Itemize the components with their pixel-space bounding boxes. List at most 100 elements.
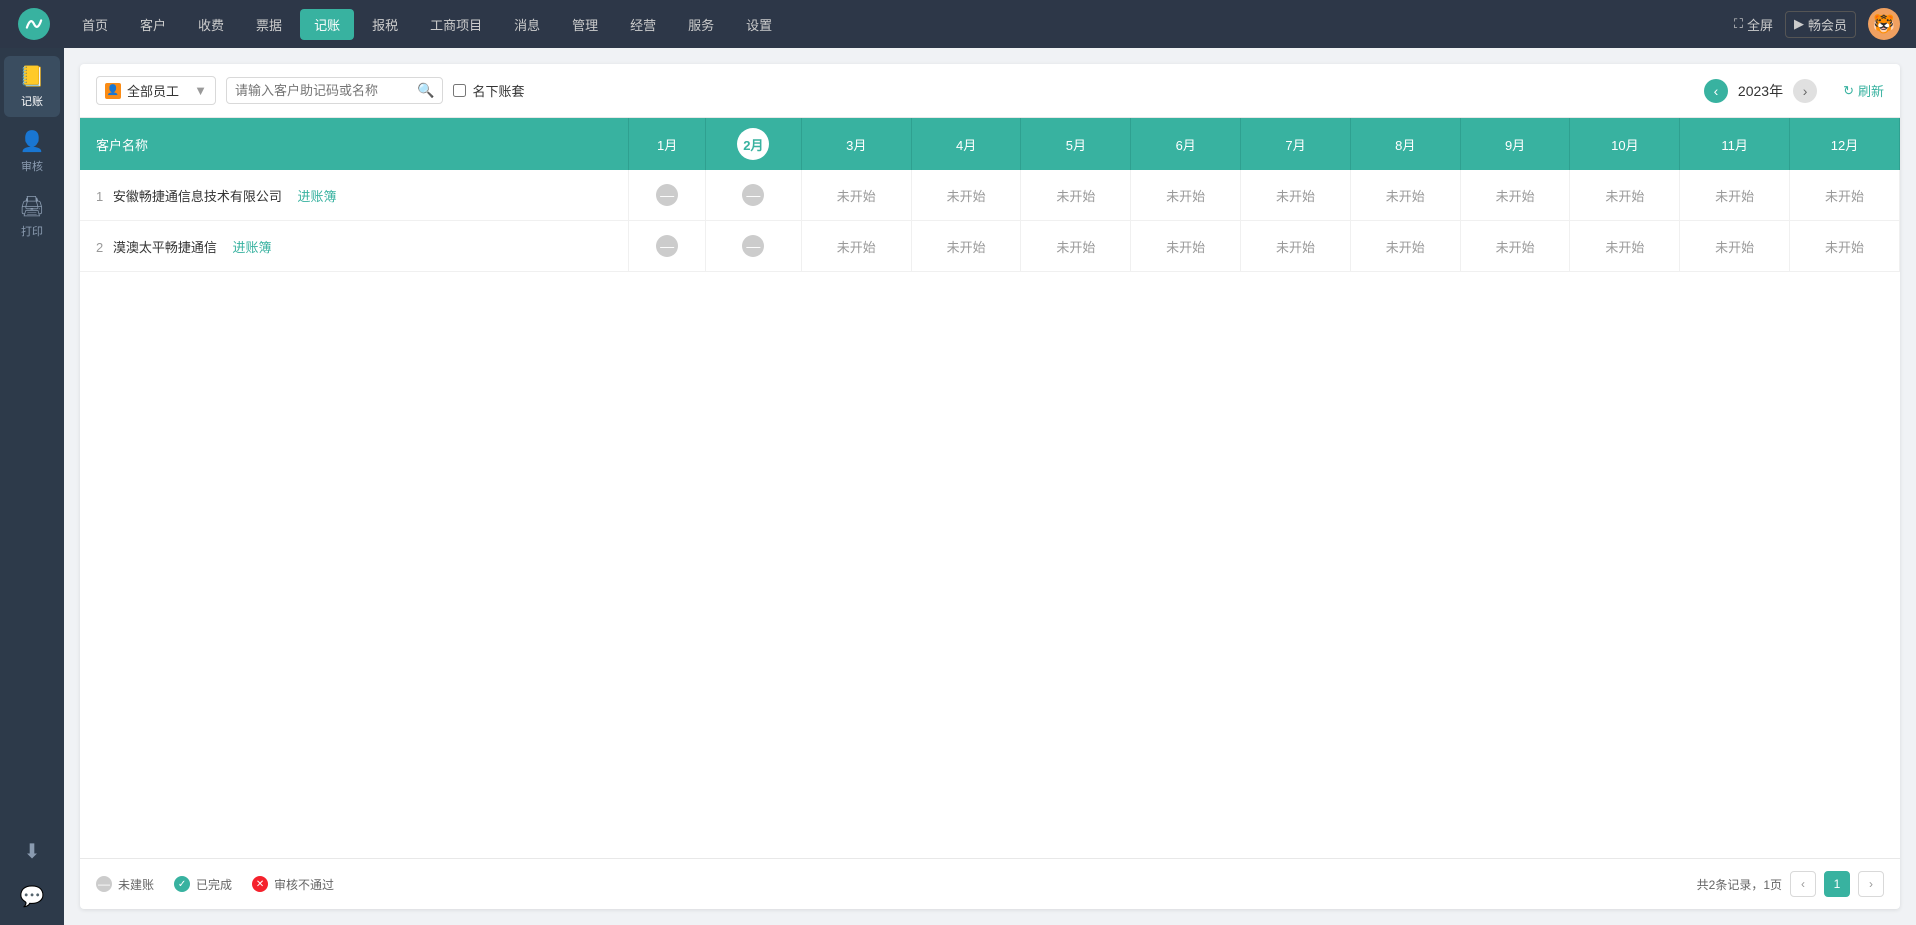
prev-page-button[interactable]: ‹ bbox=[1790, 871, 1816, 897]
nav-business[interactable]: 工商项目 bbox=[416, 9, 496, 40]
status-done-icon: — bbox=[656, 235, 678, 257]
month-cell: 未开始 bbox=[1131, 170, 1241, 221]
col-header-sep: 9月 bbox=[1460, 118, 1570, 170]
page-1-button[interactable]: 1 bbox=[1824, 871, 1850, 897]
fullscreen-label: 全屏 bbox=[1747, 15, 1773, 34]
legend-dot-red: ✕ bbox=[252, 876, 268, 892]
col-header-jan: 1月 bbox=[629, 118, 705, 170]
month-cell: 未开始 bbox=[1570, 170, 1680, 221]
col-header-oct: 10月 bbox=[1570, 118, 1680, 170]
month-cell: 未开始 bbox=[1021, 170, 1131, 221]
sidebar-label-audit: 审核 bbox=[21, 158, 43, 174]
col-header-jun: 6月 bbox=[1131, 118, 1241, 170]
month-cell: — bbox=[629, 170, 705, 221]
col-header-client: 客户名称 bbox=[80, 118, 629, 170]
logo bbox=[16, 6, 52, 42]
search-icon[interactable]: 🔍 bbox=[417, 82, 434, 99]
pagination: 共2条记录，1页 ‹ 1 › bbox=[1697, 871, 1884, 897]
client-name-cell: 2 漠澳太平畅捷通信 进账簿 bbox=[80, 221, 629, 272]
employee-select[interactable]: 👤 全部员工 ▼ bbox=[96, 76, 216, 105]
month-cell: 未开始 bbox=[801, 170, 911, 221]
enter-ledger-link[interactable]: 进账簿 bbox=[233, 240, 272, 255]
fullscreen-icon: ⛶ bbox=[1734, 16, 1743, 32]
x-icon: ✕ bbox=[256, 879, 264, 890]
sidebar-item-bookkeeping[interactable]: 📒 记账 bbox=[4, 56, 60, 117]
nav-service[interactable]: 服务 bbox=[674, 9, 728, 40]
month-cell: 未开始 bbox=[911, 221, 1021, 272]
legend-not-built: — 未建账 bbox=[96, 876, 154, 893]
accounts-checkbox[interactable] bbox=[453, 84, 466, 97]
sidebar-label-bookkeeping: 记账 bbox=[21, 93, 43, 109]
month-cell: 未开始 bbox=[1460, 221, 1570, 272]
top-navbar: 首页 客户 收费 票据 记账 报税 工商项目 消息 管理 经营 服务 设置 ⛶ … bbox=[0, 0, 1916, 48]
sidebar-label-print: 打印 bbox=[21, 223, 43, 239]
row-index: 1 bbox=[96, 189, 103, 204]
print-icon: 🖨 bbox=[19, 194, 44, 219]
search-input[interactable] bbox=[235, 83, 411, 98]
sidebar-item-chat[interactable]: 💬 bbox=[4, 876, 60, 917]
main-layout: 📒 记账 👤 审核 🖨 打印 ⬇ 💬 👤 全部员工 bbox=[0, 48, 1916, 925]
col-header-may: 5月 bbox=[1021, 118, 1131, 170]
col-header-nov: 11月 bbox=[1680, 118, 1790, 170]
next-year-button[interactable]: › bbox=[1793, 79, 1817, 103]
col-header-dec: 12月 bbox=[1790, 118, 1900, 170]
table-row: 1 安徽畅捷通信息技术有限公司 进账簿 ——未开始未开始未开始未开始未开始未开始… bbox=[80, 170, 1900, 221]
month-cell: 未开始 bbox=[1350, 170, 1460, 221]
dropdown-arrow-icon: ▼ bbox=[194, 83, 207, 98]
enter-ledger-link[interactable]: 进账簿 bbox=[298, 189, 337, 204]
nav-home[interactable]: 首页 bbox=[68, 9, 122, 40]
member-button[interactable]: ▶ 畅会员 bbox=[1785, 11, 1856, 38]
legend-label-completed: 已完成 bbox=[196, 876, 232, 893]
sidebar-item-download[interactable]: ⬇ bbox=[4, 831, 60, 872]
accounts-checkbox-text: 名下账套 bbox=[472, 81, 524, 100]
nav-fee[interactable]: 收费 bbox=[184, 9, 238, 40]
next-page-button[interactable]: › bbox=[1858, 871, 1884, 897]
month-cell: 未开始 bbox=[1460, 170, 1570, 221]
main-table: 客户名称 1月 2月 3月 4月 5月 6月 7月 bbox=[80, 118, 1900, 272]
nav-settings[interactable]: 设置 bbox=[732, 9, 786, 40]
month-cell: 未开始 bbox=[1131, 221, 1241, 272]
month-cell: 未开始 bbox=[801, 221, 911, 272]
status-done-icon: — bbox=[656, 184, 678, 206]
footer: — 未建账 ✓ 已完成 ✕ 审核不通过 共2条记录，1 bbox=[80, 858, 1900, 909]
not-started-label: 未开始 bbox=[1276, 189, 1315, 204]
not-started-label: 未开始 bbox=[1496, 240, 1535, 255]
not-started-label: 未开始 bbox=[1056, 240, 1095, 255]
nav-operation[interactable]: 经营 bbox=[616, 9, 670, 40]
fullscreen-button[interactable]: ⛶ 全屏 bbox=[1734, 15, 1773, 34]
check-icon: ✓ bbox=[178, 879, 186, 890]
nav-message[interactable]: 消息 bbox=[500, 9, 554, 40]
nav-invoice[interactable]: 票据 bbox=[242, 9, 296, 40]
not-started-label: 未开始 bbox=[1496, 189, 1535, 204]
month-cell: 未开始 bbox=[1241, 170, 1351, 221]
legend-label-not-built: 未建账 bbox=[118, 876, 154, 893]
nav-manage[interactable]: 管理 bbox=[558, 9, 612, 40]
client-name-cell: 1 安徽畅捷通信息技术有限公司 进账簿 bbox=[80, 170, 629, 221]
legend-rejected: ✕ 审核不通过 bbox=[252, 876, 334, 893]
year-label: 2023年 bbox=[1738, 81, 1783, 101]
col-header-aug: 8月 bbox=[1350, 118, 1460, 170]
prev-year-button[interactable]: ‹ bbox=[1704, 79, 1728, 103]
not-started-label: 未开始 bbox=[1386, 240, 1425, 255]
refresh-button[interactable]: ↻ 刷新 bbox=[1843, 81, 1884, 100]
year-nav: ‹ 2023年 › bbox=[1704, 79, 1817, 103]
not-started-label: 未开始 bbox=[1276, 240, 1315, 255]
sidebar-item-audit[interactable]: 👤 审核 bbox=[4, 121, 60, 182]
nav-bookkeeping[interactable]: 记账 bbox=[300, 9, 354, 40]
legend-dot-gray: — bbox=[96, 876, 112, 892]
sidebar-item-print[interactable]: 🖨 打印 bbox=[4, 186, 60, 247]
col-header-feb: 2月 bbox=[705, 118, 801, 170]
user-avatar[interactable]: 🐯 bbox=[1868, 8, 1900, 40]
month-cell: 未开始 bbox=[1350, 221, 1460, 272]
audit-icon: 👤 bbox=[20, 129, 45, 154]
month-cell: 未开始 bbox=[911, 170, 1021, 221]
month-cell: 未开始 bbox=[1790, 170, 1900, 221]
status-done-icon: — bbox=[742, 184, 764, 206]
legend-label-rejected: 审核不通过 bbox=[274, 876, 334, 893]
not-started-label: 未开始 bbox=[837, 240, 876, 255]
content-card: 👤 全部员工 ▼ 🔍 名下账套 ‹ 2023年 › bbox=[80, 64, 1900, 909]
sidebar-bottom: ⬇ 💬 bbox=[4, 831, 60, 917]
nav-tax[interactable]: 报税 bbox=[358, 9, 412, 40]
nav-client[interactable]: 客户 bbox=[126, 9, 180, 40]
accounts-checkbox-label[interactable]: 名下账套 bbox=[453, 81, 524, 100]
